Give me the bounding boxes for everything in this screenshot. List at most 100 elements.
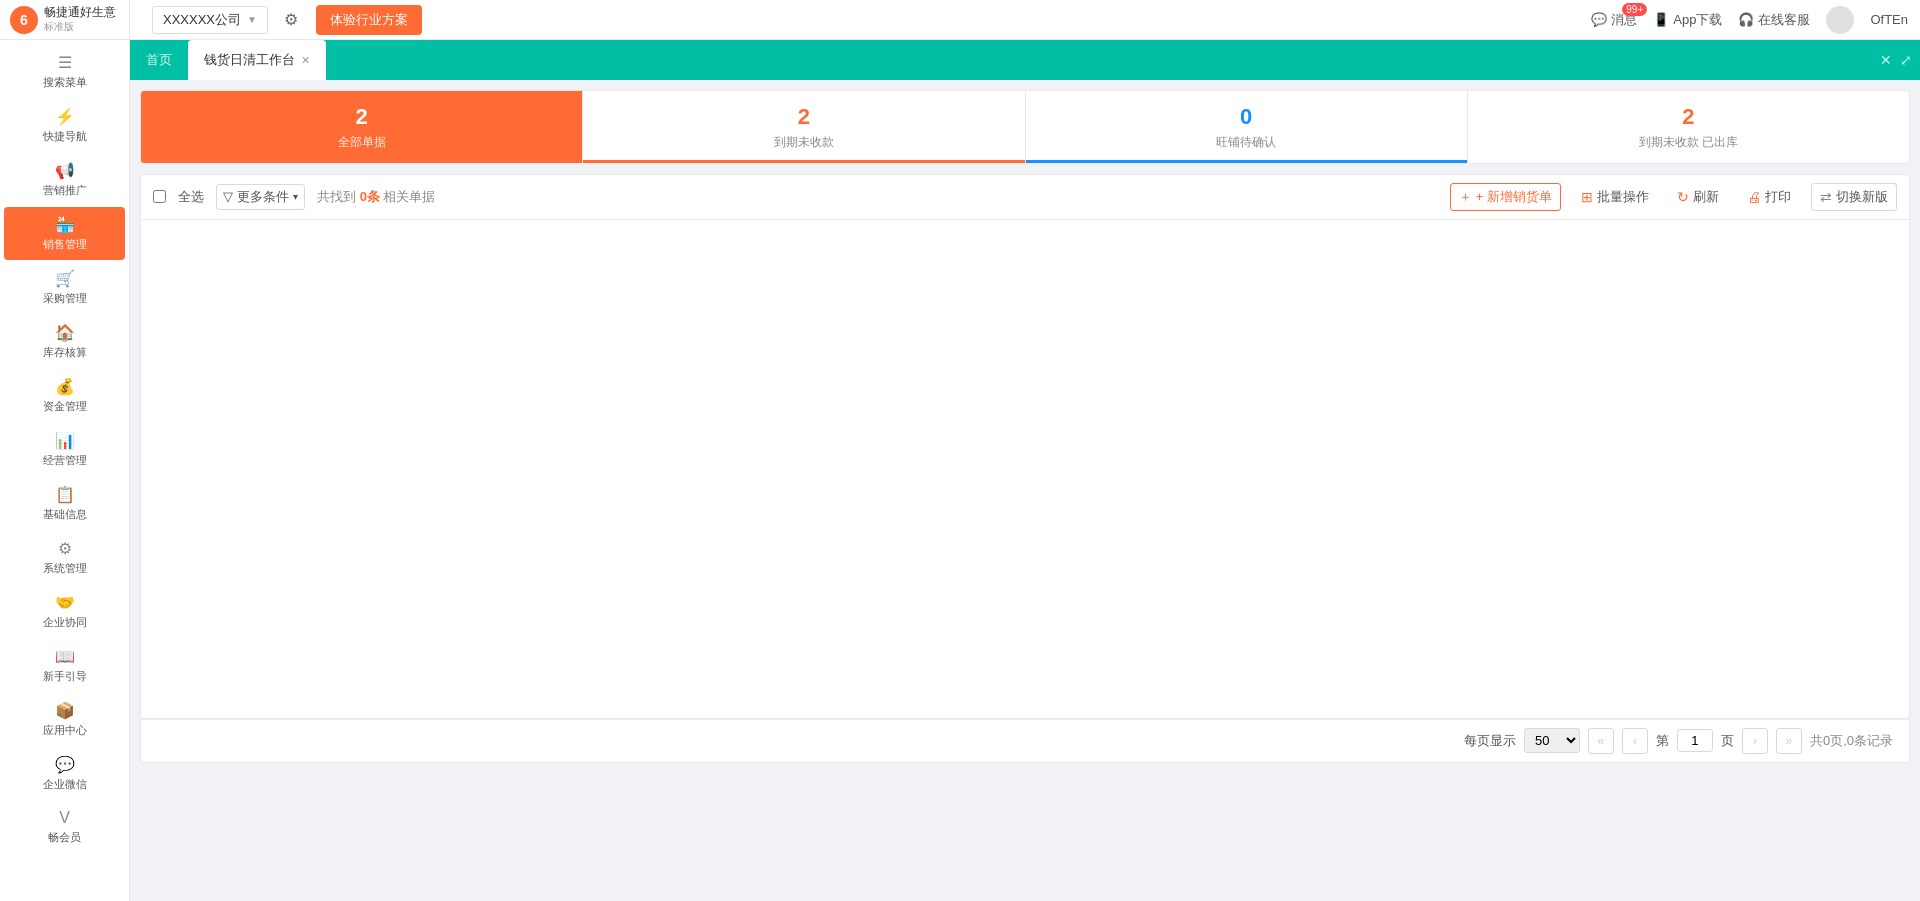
sidebar-item-7[interactable]: 📊 经营管理 xyxy=(4,423,125,476)
sidebar-label-8: 基础信息 xyxy=(43,507,87,522)
add-icon: ＋ xyxy=(1459,188,1472,206)
sidebar-icon-4: 🛒 xyxy=(55,269,75,288)
online-service-button[interactable]: 🎧 在线客服 xyxy=(1738,11,1810,29)
card-all-num: 2 xyxy=(157,103,566,132)
sidebar-icon-12: 📦 xyxy=(55,701,75,720)
switch-icon: ⇄ xyxy=(1820,189,1832,205)
sidebar-item-5[interactable]: 🏠 库存核算 xyxy=(4,315,125,368)
card-overdue[interactable]: 2 到期未收款 xyxy=(583,91,1025,163)
app-name: 畅捷通好生意 xyxy=(44,5,116,21)
sidebar-label-10: 企业协同 xyxy=(43,615,87,630)
sidebar-icon-13: 💬 xyxy=(55,755,75,774)
sidebar-item-4[interactable]: 🛒 采购管理 xyxy=(4,261,125,314)
batch-operation-button[interactable]: ⊞ 批量操作 xyxy=(1573,184,1657,210)
card-wangpu[interactable]: 0 旺铺待确认 xyxy=(1026,91,1468,163)
page-input[interactable] xyxy=(1677,729,1713,752)
app-tag: 标准版 xyxy=(44,20,116,34)
sidebar-item-2[interactable]: 📢 营销推广 xyxy=(4,153,125,206)
logo-icon: 6 xyxy=(10,6,38,34)
sidebar-item-3[interactable]: 🏪 销售管理 xyxy=(4,207,125,260)
select-all-checkbox[interactable] xyxy=(153,190,166,203)
sidebar-label-7: 经营管理 xyxy=(43,453,87,468)
sidebar-icon-9: ⚙ xyxy=(58,539,72,558)
sidebar-icon-8: 📋 xyxy=(55,485,75,504)
prev-page-button[interactable]: ‹ xyxy=(1622,728,1648,754)
page-size-select[interactable]: 50 20 100 xyxy=(1524,728,1580,753)
batch-icon: ⊞ xyxy=(1581,189,1593,205)
card-all[interactable]: 2 全部单据 xyxy=(141,91,583,163)
found-text: 共找到 0条 相关单据 xyxy=(317,188,435,206)
filter-button[interactable]: ▽ 更多条件 ▾ xyxy=(216,184,305,210)
online-service-label: 在线客服 xyxy=(1758,11,1810,29)
switch-version-button[interactable]: ⇄ 切换新版 xyxy=(1811,183,1897,211)
sidebar-icon-5: 🏠 xyxy=(55,323,75,342)
sidebar: 6 畅捷通好生意 标准版 ☰ 搜索菜单 ⚡ 快捷导航 📢 营销推广 🏪 销售管理… xyxy=(0,0,130,901)
company-selector[interactable]: XXXXXX公司 ▼ xyxy=(152,6,268,34)
page-label-prefix: 第 xyxy=(1656,732,1669,750)
card-shipped[interactable]: 2 到期未收款 已出库 xyxy=(1468,91,1909,163)
sidebar-label-0: 搜索菜单 xyxy=(43,75,87,90)
tab-maximize-icon[interactable]: ⤢ xyxy=(1900,52,1912,68)
sidebar-menu: ☰ 搜索菜单 ⚡ 快捷导航 📢 营销推广 🏪 销售管理 🛒 采购管理 🏠 库存核… xyxy=(0,40,129,901)
sidebar-label-11: 新手引导 xyxy=(43,669,87,684)
first-page-button[interactable]: « xyxy=(1588,728,1614,754)
tab-home[interactable]: 首页 xyxy=(130,40,188,80)
print-icon: 🖨 xyxy=(1747,189,1761,205)
print-button[interactable]: 🖨 打印 xyxy=(1739,184,1799,210)
sidebar-label-4: 采购管理 xyxy=(43,291,87,306)
card-shipped-label: 到期未收款 已出库 xyxy=(1484,134,1893,151)
sidebar-item-10[interactable]: 🤝 企业协同 xyxy=(4,585,125,638)
app-download-button[interactable]: 📱 App下载 xyxy=(1653,11,1722,29)
filter-icon: ▽ xyxy=(223,189,233,204)
sidebar-item-11[interactable]: 📖 新手引导 xyxy=(4,639,125,692)
filter-label: 更多条件 xyxy=(237,188,289,206)
sidebar-item-8[interactable]: 📋 基础信息 xyxy=(4,477,125,530)
card-wangpu-label: 旺铺待确认 xyxy=(1042,134,1451,151)
tab-close-icon[interactable]: ✕ xyxy=(301,54,310,67)
tab-qhrc-label: 钱货日清工作台 xyxy=(204,51,295,69)
trial-button[interactable]: 体验行业方案 xyxy=(316,5,422,35)
summary-cards: 2 全部单据 2 到期未收款 0 旺铺待确认 2 到期未收款 已出库 xyxy=(140,90,1910,164)
last-page-button[interactable]: » xyxy=(1776,728,1802,754)
message-badge: 99+ xyxy=(1622,3,1647,16)
sidebar-logo: 6 畅捷通好生意 标准版 xyxy=(0,0,129,40)
sidebar-item-0[interactable]: ☰ 搜索菜单 xyxy=(4,45,125,98)
sidebar-icon-14: V xyxy=(59,809,70,827)
sidebar-item-12[interactable]: 📦 应用中心 xyxy=(4,693,125,746)
add-sales-order-button[interactable]: ＋ + 新增销货单 xyxy=(1450,183,1561,211)
sidebar-item-13[interactable]: 💬 企业微信 xyxy=(4,747,125,800)
sidebar-label-2: 营销推广 xyxy=(43,183,87,198)
sidebar-icon-7: 📊 xyxy=(55,431,75,450)
pagination-bar: 每页显示 50 20 100 « ‹ 第 页 › » 共0页,0条记录 xyxy=(140,719,1910,763)
online-service-icon: 🎧 xyxy=(1738,12,1754,27)
company-name: XXXXXX公司 xyxy=(163,11,241,29)
sidebar-item-6[interactable]: 💰 资金管理 xyxy=(4,369,125,422)
card-overdue-label: 到期未收款 xyxy=(599,134,1008,151)
empty-placeholder xyxy=(141,220,1909,700)
avatar[interactable] xyxy=(1826,6,1854,34)
sidebar-item-14[interactable]: V 畅会员 xyxy=(4,801,125,853)
refresh-button[interactable]: ↻ 刷新 xyxy=(1669,184,1727,210)
sidebar-label-13: 企业微信 xyxy=(43,777,87,792)
tab-bar: 首页 钱货日清工作台 ✕ ✕ ⤢ xyxy=(130,40,1920,80)
tab-qhrc[interactable]: 钱货日清工作台 ✕ xyxy=(188,40,326,80)
page-size-label: 每页显示 xyxy=(1464,732,1516,750)
sidebar-icon-6: 💰 xyxy=(55,377,75,396)
sidebar-label-12: 应用中心 xyxy=(43,723,87,738)
select-all-label: 全选 xyxy=(178,188,204,206)
next-page-button[interactable]: › xyxy=(1742,728,1768,754)
sidebar-item-9[interactable]: ⚙ 系统管理 xyxy=(4,531,125,584)
company-dropdown-arrow: ▼ xyxy=(247,14,257,25)
avatar-name: OfTEn xyxy=(1870,12,1908,27)
tab-minimize-icon[interactable]: ✕ xyxy=(1880,52,1892,68)
sidebar-icon-3: 🏪 xyxy=(55,215,75,234)
found-count: 0条 xyxy=(360,189,380,204)
total-info: 共0页,0条记录 xyxy=(1810,732,1893,750)
sidebar-icon-1: ⚡ xyxy=(55,107,75,126)
settings-button[interactable]: ⚙ xyxy=(276,5,306,35)
sidebar-label-3: 销售管理 xyxy=(43,237,87,252)
toolbar-right: ＋ + 新增销货单 ⊞ 批量操作 ↻ 刷新 🖨 打印 ⇄ 切换新版 xyxy=(1450,183,1897,211)
sidebar-item-1[interactable]: ⚡ 快捷导航 xyxy=(4,99,125,152)
message-button[interactable]: 💬 消息 99+ xyxy=(1591,11,1637,29)
top-header: XXXXXX公司 ▼ ⚙ 体验行业方案 💬 消息 99+ 📱 App下载 🎧 在… xyxy=(130,0,1920,40)
